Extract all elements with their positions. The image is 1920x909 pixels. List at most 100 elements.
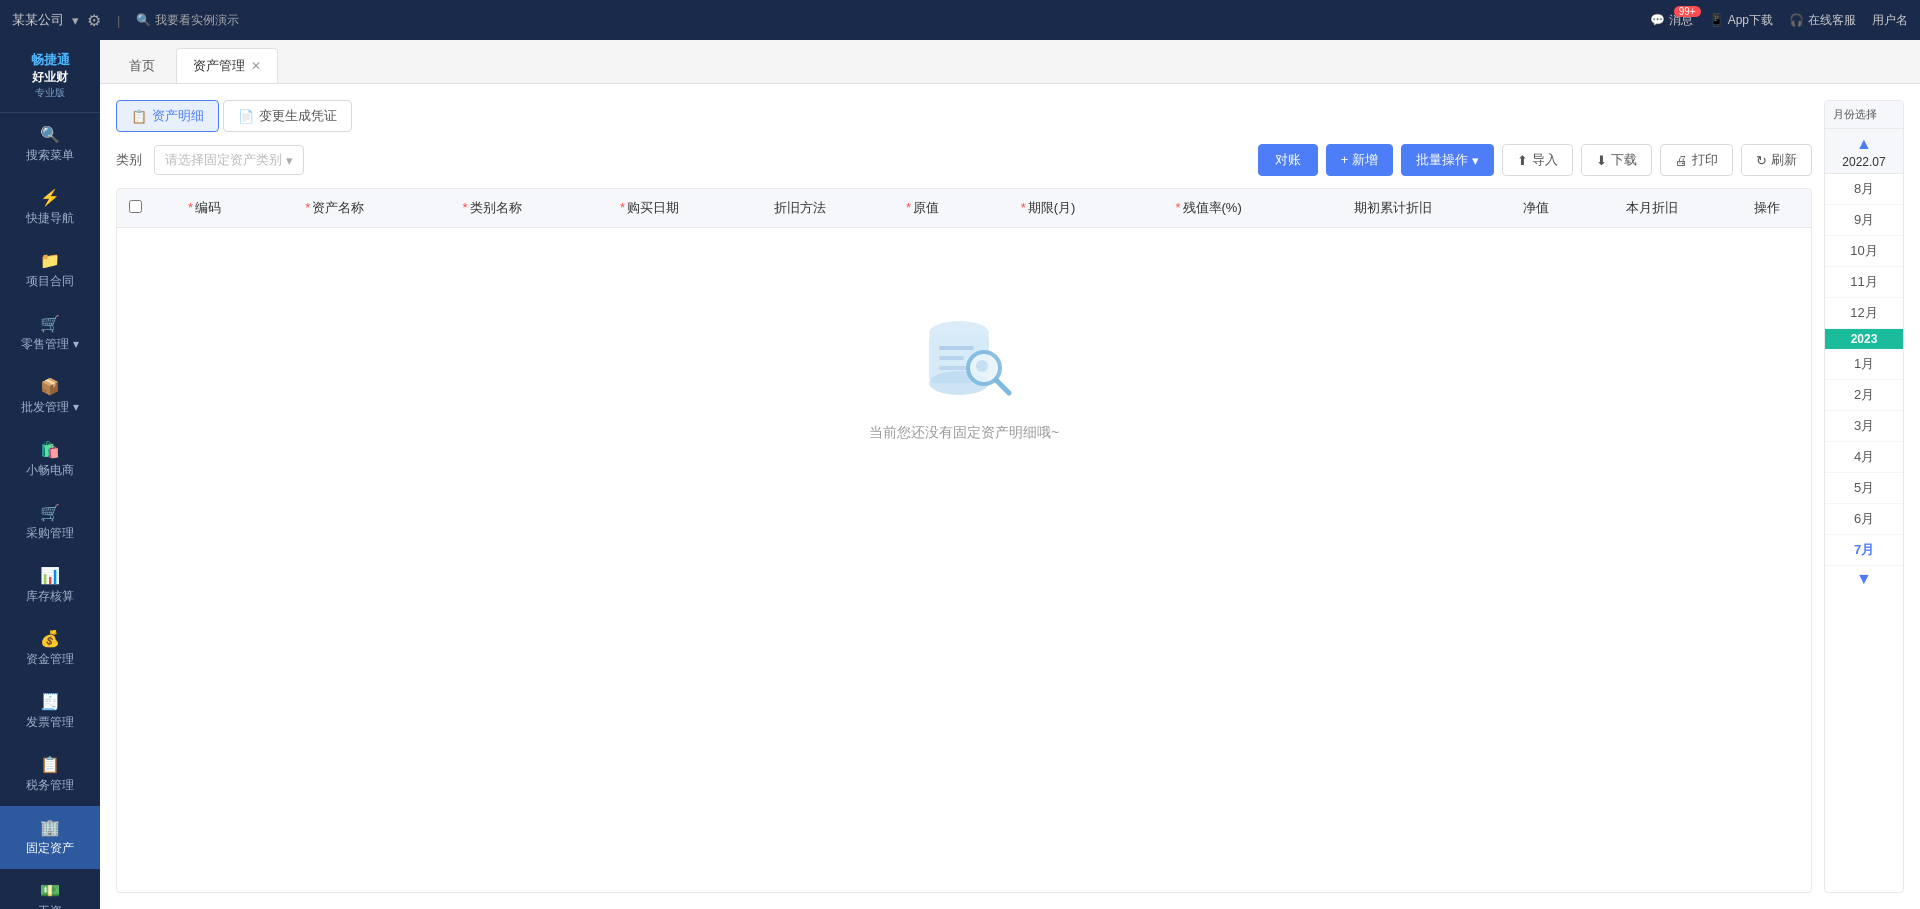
tab-home[interactable]: 首页 <box>112 48 172 83</box>
import-button[interactable]: ⬆ 导入 <box>1502 144 1573 176</box>
message-icon: 💬 <box>1650 13 1665 27</box>
batch-button[interactable]: 批量操作 ▾ <box>1401 144 1494 176</box>
month-item-2023-4月[interactable]: 4月 <box>1825 442 1903 473</box>
col-net-value: 净值 <box>1492 189 1580 228</box>
select-all-checkbox[interactable] <box>129 200 142 213</box>
detail-tab-icon: 📋 <box>131 109 147 124</box>
sidebar-item-finance[interactable]: 💰 资金管理 <box>0 617 100 680</box>
app-edition: 专业版 <box>8 86 92 100</box>
online-service-label: 在线客服 <box>1808 12 1856 29</box>
svg-point-8 <box>976 360 988 372</box>
month-item-2023-2月[interactable]: 2月 <box>1825 380 1903 411</box>
top-bar-left: 某某公司 ▾ ⚙ | 🔍 我要看实例演示 <box>12 11 239 30</box>
month-up-arrow[interactable]: ▲ <box>1825 133 1903 155</box>
add-button[interactable]: + 新增 <box>1326 144 1393 176</box>
tab-home-label: 首页 <box>129 57 155 75</box>
svg-rect-5 <box>939 366 969 370</box>
month-item-2023-5月[interactable]: 5月 <box>1825 473 1903 504</box>
sidebar: 畅捷通好业财 专业版 🔍 搜索菜单 ⚡ 快捷导航 📁 项目合同 🛒 零售管理 ▾… <box>0 40 100 909</box>
asset-icon: 🏢 <box>40 818 60 837</box>
select-all-cell <box>117 189 153 228</box>
category-select[interactable]: 请选择固定资产类别 ▾ <box>154 145 304 175</box>
tab-close-icon[interactable]: ✕ <box>251 59 261 73</box>
page-content: 📋 资产明细 📄 变更生成凭证 类别 请选择固定资产类别 ▾ <box>100 84 1920 909</box>
col-monthly-dep: 本月折旧 <box>1580 189 1723 228</box>
import-icon: ⬆ <box>1517 153 1528 168</box>
main-panel: 📋 资产明细 📄 变更生成凭证 类别 请选择固定资产类别 ▾ <box>116 100 1812 893</box>
sidebar-label-search: 搜索菜单 <box>26 147 74 164</box>
sidebar-item-purchase[interactable]: 🛒 采购管理 <box>0 491 100 554</box>
empty-state-row: 当前您还没有固定资产明细哦~ <box>117 228 1811 523</box>
sidebar-label-asset: 固定资产 <box>26 840 74 857</box>
toolbar-right: 对账 + 新增 批量操作 ▾ ⬆ 导入 ⬇ 下载 <box>1258 144 1812 176</box>
app-download-btn[interactable]: 📱 App下载 <box>1709 12 1773 29</box>
sidebar-item-invoice[interactable]: 🧾 发票管理 <box>0 680 100 743</box>
sidebar-item-retail[interactable]: 🛒 零售管理 ▾ <box>0 302 100 365</box>
month-item-2022-8月[interactable]: 8月 <box>1825 174 1903 205</box>
sidebar-item-ecommerce[interactable]: 🛍️ 小畅电商 <box>0 428 100 491</box>
svg-rect-4 <box>939 356 964 360</box>
sidebar-item-tax[interactable]: 📋 税务管理 <box>0 743 100 806</box>
month-item-2023-7月[interactable]: 7月 <box>1825 535 1903 566</box>
app-download-label: App下载 <box>1728 12 1773 29</box>
company-dropdown-icon[interactable]: ▾ <box>72 13 79 28</box>
month-item-2022-12月[interactable]: 12月 <box>1825 298 1903 329</box>
demo-icon: 🔍 <box>136 13 151 27</box>
sidebar-item-quicknav[interactable]: ⚡ 快捷导航 <box>0 176 100 239</box>
message-btn[interactable]: 💬 消息 99+ <box>1650 12 1693 29</box>
month-panel-title: 月份选择 <box>1833 107 1877 122</box>
print-icon: 🖨 <box>1675 153 1688 168</box>
year-display: 2022.07 <box>1842 155 1885 169</box>
sidebar-item-salary[interactable]: 💵 工资 <box>0 869 100 909</box>
category-placeholder: 请选择固定资产类别 <box>165 151 282 169</box>
month-item-2022-9月[interactable]: 9月 <box>1825 205 1903 236</box>
month-panel: 月份选择 ▲ 2022.07 8月9月10月11月12月20231月2月3月4月… <box>1824 100 1904 893</box>
download-label: 下载 <box>1611 151 1637 169</box>
month-item-2023-3月[interactable]: 3月 <box>1825 411 1903 442</box>
month-down-arrow[interactable]: ▼ <box>1856 570 1872 587</box>
svg-line-7 <box>996 380 1009 393</box>
reconcile-button[interactable]: 对账 <box>1258 144 1318 176</box>
col-operation: 操作 <box>1723 189 1811 228</box>
settings-icon[interactable]: ⚙ <box>87 11 101 30</box>
month-list: 8月9月10月11月12月20231月2月3月4月5月6月7月▼ <box>1825 174 1903 892</box>
quicknav-icon: ⚡ <box>40 188 60 207</box>
toolbar: 类别 请选择固定资产类别 ▾ 对账 + 新增 批量操作 ▾ <box>116 144 1812 176</box>
online-service-btn[interactable]: 🎧 在线客服 <box>1789 12 1856 29</box>
sidebar-label-ecommerce: 小畅电商 <box>26 462 74 479</box>
salary-icon: 💵 <box>40 881 60 900</box>
sidebar-item-inventory[interactable]: 📊 库存核算 <box>0 554 100 617</box>
download-icon: ⬇ <box>1596 153 1607 168</box>
month-item-2022-11月[interactable]: 11月 <box>1825 267 1903 298</box>
message-badge: 99+ <box>1674 6 1701 17</box>
sidebar-item-wholesale[interactable]: 📦 批发管理 ▾ <box>0 365 100 428</box>
sub-tab-voucher[interactable]: 📄 变更生成凭证 <box>223 100 352 132</box>
inventory-icon: 📊 <box>40 566 60 585</box>
print-button[interactable]: 🖨 打印 <box>1660 144 1733 176</box>
retail-icon: 🛒 <box>40 314 60 333</box>
top-bar-right: 💬 消息 99+ 📱 App下载 🎧 在线客服 用户名 <box>1650 12 1908 29</box>
sidebar-label-inventory: 库存核算 <box>26 588 74 605</box>
month-item-2022-10月[interactable]: 10月 <box>1825 236 1903 267</box>
app-logo-text: 畅捷通好业财 <box>8 52 92 86</box>
refresh-button[interactable]: ↻ 刷新 <box>1741 144 1812 176</box>
col-original-value: *原值 <box>871 189 974 228</box>
month-item-2023-1月[interactable]: 1月 <box>1825 349 1903 380</box>
sidebar-item-project[interactable]: 📁 项目合同 <box>0 239 100 302</box>
download-button[interactable]: ⬇ 下载 <box>1581 144 1652 176</box>
sidebar-label-retail: 零售管理 ▾ <box>21 336 78 353</box>
sidebar-item-asset[interactable]: 🏢 固定资产 <box>0 806 100 869</box>
tab-asset[interactable]: 资产管理 ✕ <box>176 48 278 83</box>
batch-arrow-icon: ▾ <box>1472 153 1479 168</box>
sidebar-item-search[interactable]: 🔍 搜索菜单 <box>0 113 100 176</box>
voucher-tab-icon: 📄 <box>238 109 254 124</box>
sub-tab-detail[interactable]: 📋 资产明细 <box>116 100 219 132</box>
sidebar-label-purchase: 采购管理 <box>26 525 74 542</box>
content-area: 首页 资产管理 ✕ 📋 资产明细 📄 变更生成凭证 <box>100 40 1920 909</box>
demo-link[interactable]: 🔍 我要看实例演示 <box>136 12 239 29</box>
voucher-tab-label: 变更生成凭证 <box>259 107 337 125</box>
tax-icon: 📋 <box>40 755 60 774</box>
col-residual-rate: *残值率(%) <box>1122 189 1295 228</box>
month-item-2023-6月[interactable]: 6月 <box>1825 504 1903 535</box>
month-panel-header: 月份选择 <box>1825 101 1903 129</box>
